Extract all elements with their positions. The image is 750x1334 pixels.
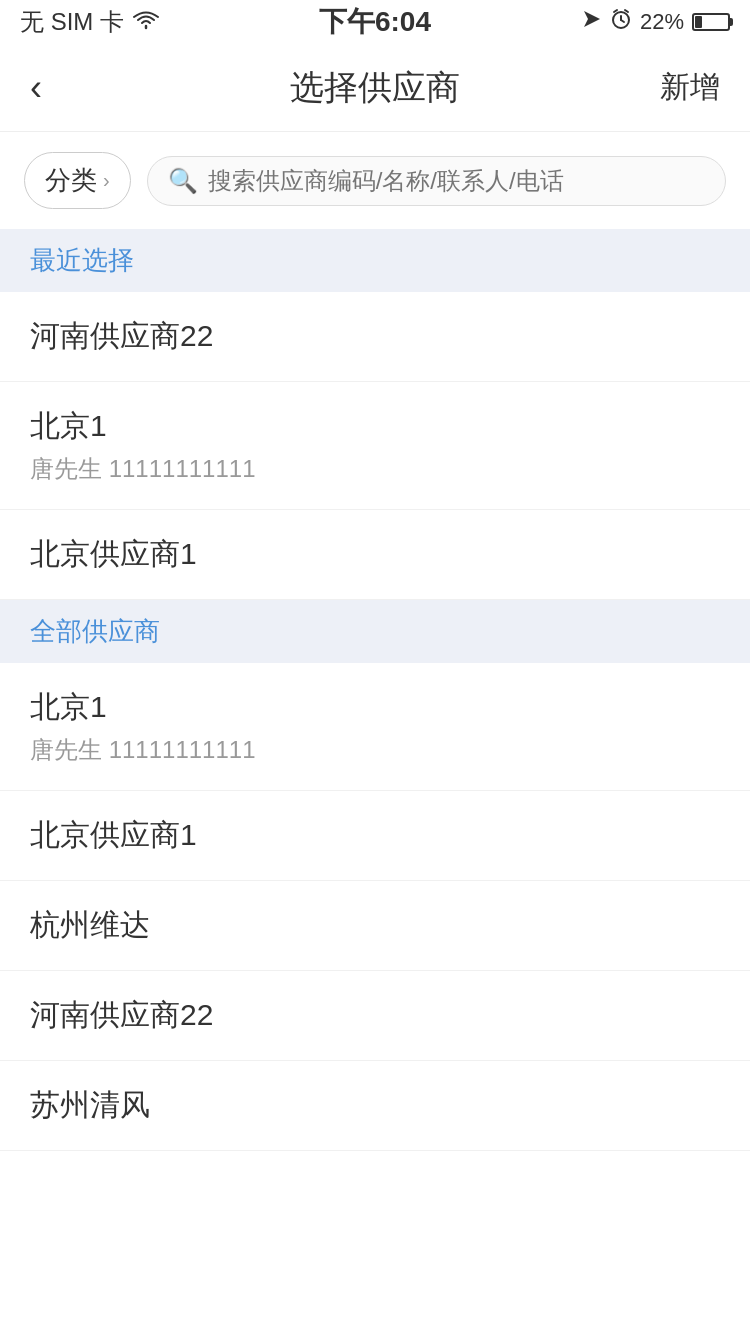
search-icon: 🔍 [168, 167, 198, 195]
supplier-name: 河南供应商22 [30, 995, 720, 1036]
supplier-name: 杭州维达 [30, 905, 720, 946]
list-item[interactable]: 北京1 唐先生 11111111111 [0, 382, 750, 510]
category-button[interactable]: 分类 › [24, 152, 131, 209]
recent-section-header: 最近选择 [0, 229, 750, 292]
search-input[interactable] [208, 167, 705, 195]
status-time: 下午6:04 [319, 3, 431, 41]
page-title: 选择供应商 [290, 65, 460, 111]
status-right: 22% [582, 8, 730, 36]
battery-percent: 22% [640, 9, 684, 35]
recent-list: 河南供应商22 北京1 唐先生 11111111111 北京供应商1 [0, 292, 750, 600]
svg-line-3 [621, 20, 624, 22]
supplier-name: 北京供应商1 [30, 815, 720, 856]
svg-marker-0 [584, 11, 600, 27]
list-item[interactable]: 北京1 唐先生 11111111111 [0, 663, 750, 791]
battery-icon [692, 13, 730, 31]
all-list: 北京1 唐先生 11111111111 北京供应商1 杭州维达河南供应商22 苏州清风 [0, 663, 750, 1151]
search-box: 🔍 [147, 156, 726, 206]
list-item[interactable]: 北京供应商1 [0, 791, 750, 881]
nav-bar: ‹ 选择供应商 新增 [0, 44, 750, 132]
svg-line-5 [625, 10, 628, 12]
back-button[interactable]: ‹ [30, 67, 90, 109]
supplier-name: 河南供应商22 [30, 316, 720, 357]
chevron-right-icon: › [103, 169, 110, 192]
supplier-name: 苏州清风 [30, 1085, 720, 1126]
list-item[interactable]: 北京供应商1 [0, 510, 750, 600]
list-item[interactable]: 河南供应商22 [0, 971, 750, 1061]
wifi-icon [132, 8, 160, 36]
all-section-header: 全部供应商 [0, 600, 750, 663]
location-icon [582, 9, 602, 35]
list-item[interactable]: 苏州清风 [0, 1061, 750, 1151]
filter-bar: 分类 › 🔍 [0, 132, 750, 229]
list-item[interactable]: 河南供应商22 [0, 292, 750, 382]
alarm-icon [610, 8, 632, 36]
supplier-name: 北京1 [30, 687, 720, 728]
no-sim-text: 无 SIM 卡 [20, 6, 124, 38]
status-left: 无 SIM 卡 [20, 6, 160, 38]
status-bar: 无 SIM 卡 下午6:04 22% [0, 0, 750, 44]
supplier-name: 北京1 [30, 406, 720, 447]
category-label: 分类 [45, 163, 97, 198]
supplier-name: 北京供应商1 [30, 534, 720, 575]
add-button[interactable]: 新增 [660, 67, 720, 108]
svg-line-4 [614, 10, 617, 12]
supplier-contact: 唐先生 11111111111 [30, 734, 720, 766]
supplier-contact: 唐先生 11111111111 [30, 453, 720, 485]
list-item[interactable]: 杭州维达 [0, 881, 750, 971]
